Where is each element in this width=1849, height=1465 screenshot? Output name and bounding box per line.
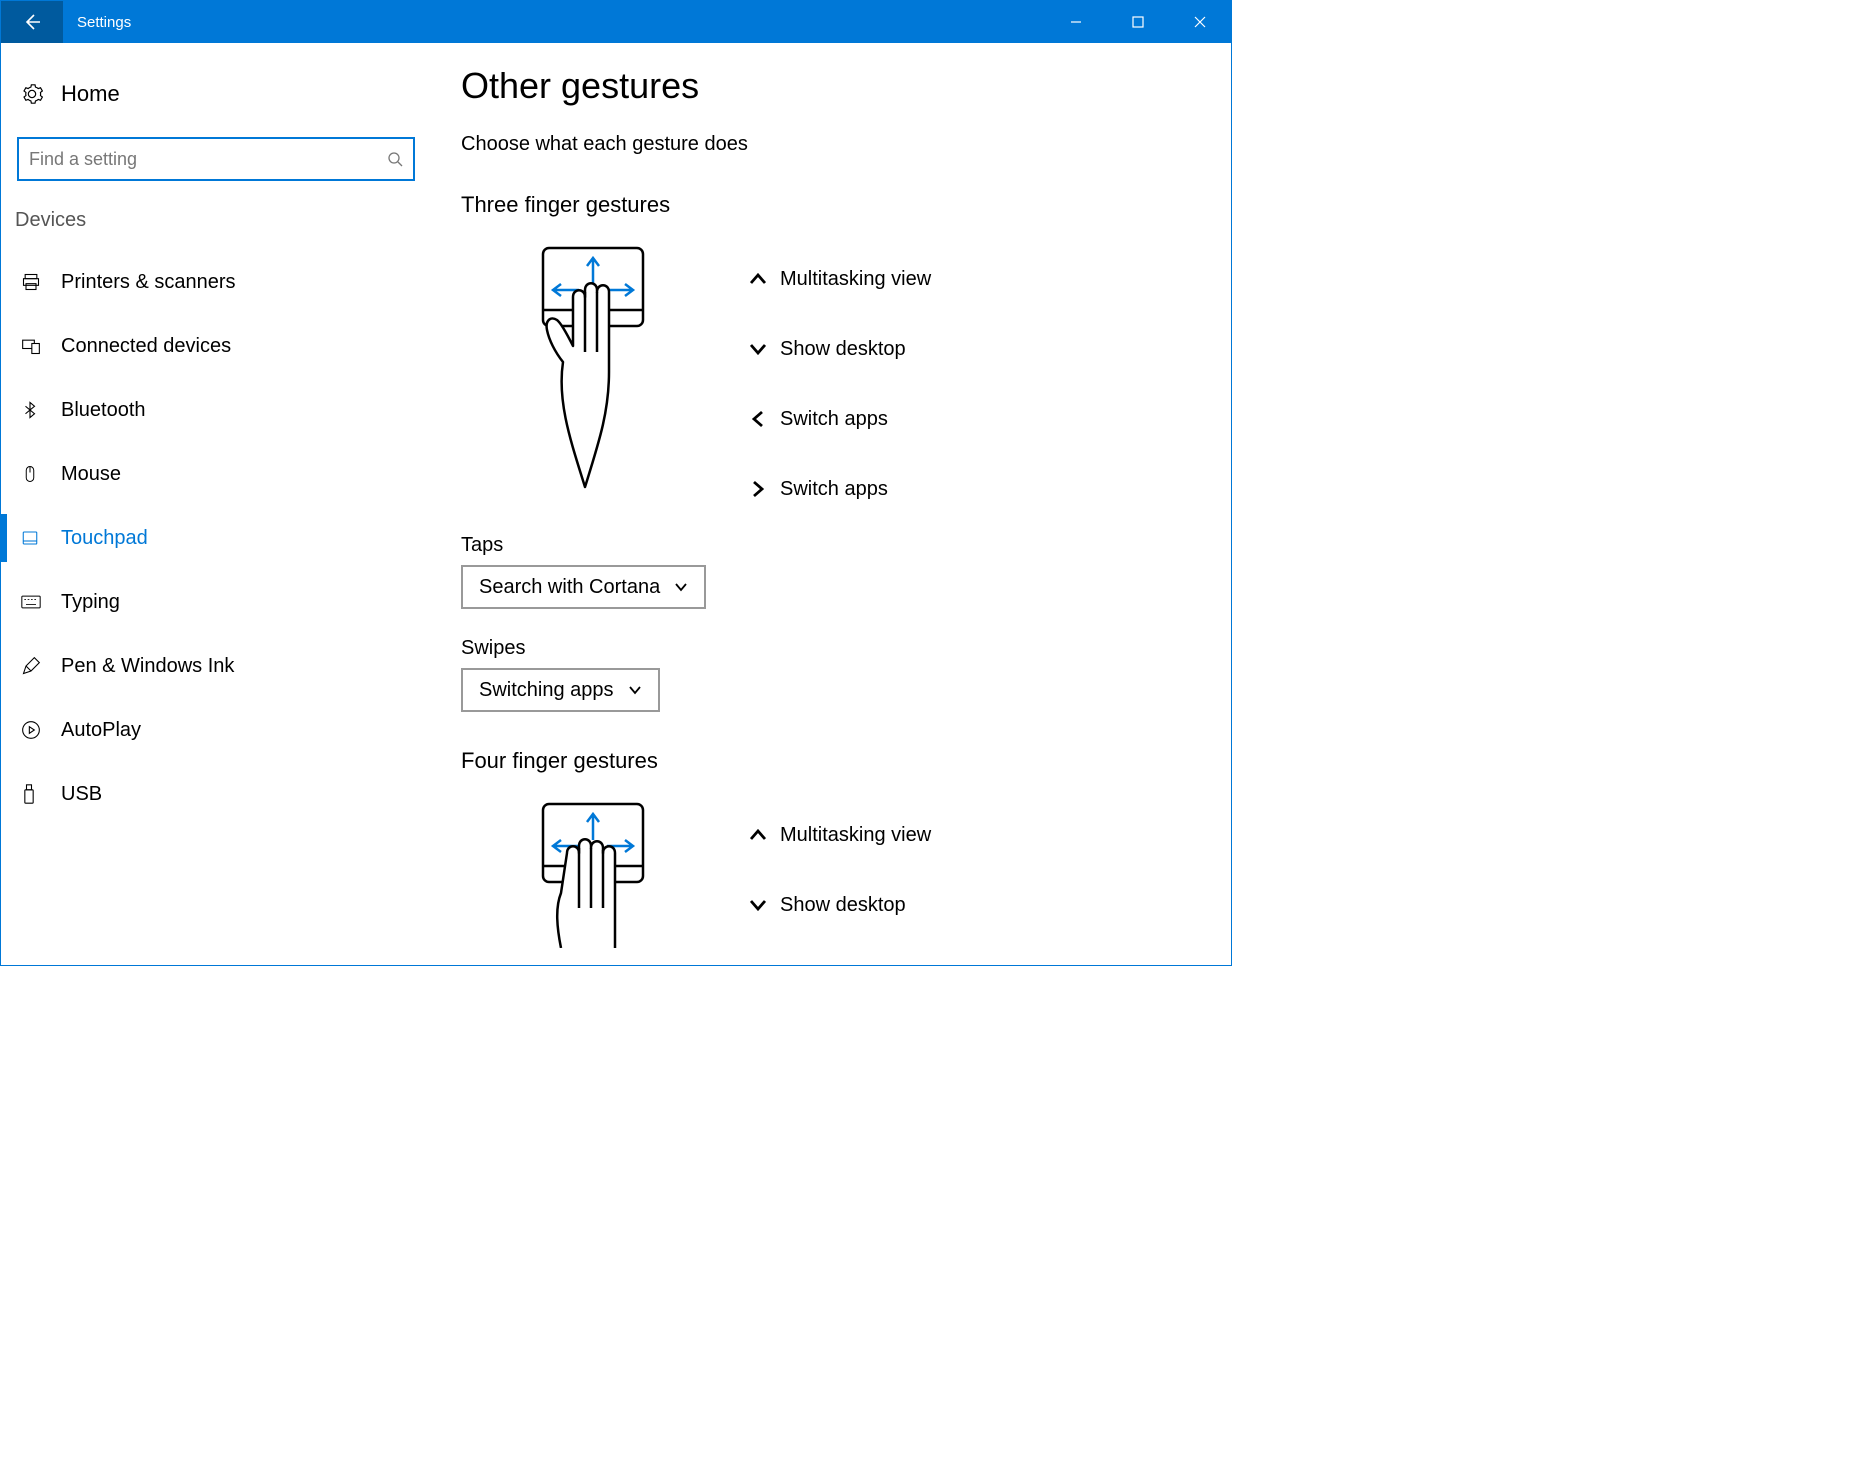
gesture-action-row: Show desktop — [736, 870, 931, 940]
chevron-up-icon — [736, 273, 780, 285]
sidebar-item-label: AutoPlay — [61, 719, 141, 742]
sidebar-item-pen[interactable]: Pen & Windows Ink — [1, 634, 431, 698]
gesture-action-label: Switch apps — [780, 478, 888, 501]
sidebar-item-touchpad[interactable]: Touchpad — [1, 506, 431, 570]
page-title: Other gestures — [461, 65, 1201, 107]
close-icon — [1194, 16, 1206, 28]
three-finger-diagram — [501, 242, 686, 524]
sidebar-item-label: Touchpad — [61, 527, 148, 550]
keyboard-icon — [21, 594, 61, 610]
gesture-action-row: Show desktop — [736, 314, 931, 384]
gesture-action-row: Switch apps — [736, 384, 931, 454]
page-subtitle: Choose what each gesture does — [461, 133, 1201, 156]
touchpad-icon — [21, 529, 61, 547]
minimize-icon — [1070, 16, 1082, 28]
autoplay-icon — [21, 720, 61, 740]
mouse-icon — [21, 464, 61, 484]
sidebar-item-connected-devices[interactable]: Connected devices — [1, 314, 431, 378]
gesture-action-label: Multitasking view — [780, 824, 931, 847]
three-finger-heading: Three finger gestures — [461, 192, 1201, 218]
search-icon — [387, 151, 403, 167]
sidebar-item-label: Typing — [61, 591, 120, 614]
devices-icon — [21, 336, 61, 356]
chevron-down-icon — [736, 899, 780, 911]
taps-dropdown[interactable]: Search with Cortana — [461, 565, 706, 609]
search-box[interactable] — [17, 137, 415, 181]
sidebar-item-autoplay[interactable]: AutoPlay — [1, 698, 431, 762]
gesture-action-label: Show desktop — [780, 894, 906, 917]
back-button[interactable] — [1, 1, 63, 43]
gear-icon — [21, 83, 61, 105]
pen-icon — [21, 656, 61, 676]
four-finger-heading: Four finger gestures — [461, 748, 1201, 774]
sidebar-item-label: Pen & Windows Ink — [61, 655, 234, 678]
sidebar: Home Devices Printers & scanners Connect… — [1, 43, 431, 965]
back-arrow-icon — [22, 12, 42, 32]
titlebar: Settings — [1, 1, 1231, 43]
home-label: Home — [61, 81, 120, 107]
gesture-action-label: Show desktop — [780, 338, 906, 361]
sidebar-item-mouse[interactable]: Mouse — [1, 442, 431, 506]
home-link[interactable]: Home — [1, 69, 431, 119]
sidebar-item-printers[interactable]: Printers & scanners — [1, 250, 431, 314]
main-panel: Other gestures Choose what each gesture … — [431, 43, 1231, 965]
swipes-dropdown[interactable]: Switching apps — [461, 668, 660, 712]
gesture-action-row: Multitasking view — [736, 244, 931, 314]
sidebar-group-heading: Devices — [1, 209, 431, 232]
maximize-button[interactable] — [1107, 1, 1169, 43]
sidebar-item-label: Bluetooth — [61, 399, 146, 422]
gesture-action-row: Multitasking view — [736, 800, 931, 870]
window-title: Settings — [63, 14, 131, 31]
sidebar-item-bluetooth[interactable]: Bluetooth — [1, 378, 431, 442]
bluetooth-icon — [21, 401, 61, 419]
chevron-right-icon — [736, 480, 780, 498]
swipes-value: Switching apps — [479, 679, 614, 702]
chevron-down-icon — [674, 582, 688, 592]
sidebar-item-usb[interactable]: USB — [1, 762, 431, 826]
chevron-down-icon — [736, 343, 780, 355]
sidebar-item-label: Printers & scanners — [61, 271, 236, 294]
taps-value: Search with Cortana — [479, 576, 660, 599]
search-input[interactable] — [29, 149, 387, 170]
maximize-icon — [1132, 16, 1144, 28]
chevron-up-icon — [736, 829, 780, 841]
sidebar-item-label: Mouse — [61, 463, 121, 486]
taps-label: Taps — [461, 534, 1201, 557]
minimize-button[interactable] — [1045, 1, 1107, 43]
gesture-action-label: Multitasking view — [780, 268, 931, 291]
usb-icon — [21, 784, 61, 804]
sidebar-item-label: USB — [61, 783, 102, 806]
sidebar-item-label: Connected devices — [61, 335, 231, 358]
swipes-label: Swipes — [461, 637, 1201, 660]
gesture-action-label: Switch apps — [780, 408, 888, 431]
four-finger-diagram — [501, 798, 686, 948]
chevron-down-icon — [628, 685, 642, 695]
chevron-left-icon — [736, 410, 780, 428]
printer-icon — [21, 272, 61, 292]
close-button[interactable] — [1169, 1, 1231, 43]
sidebar-item-typing[interactable]: Typing — [1, 570, 431, 634]
gesture-action-row: Switch apps — [736, 454, 931, 524]
